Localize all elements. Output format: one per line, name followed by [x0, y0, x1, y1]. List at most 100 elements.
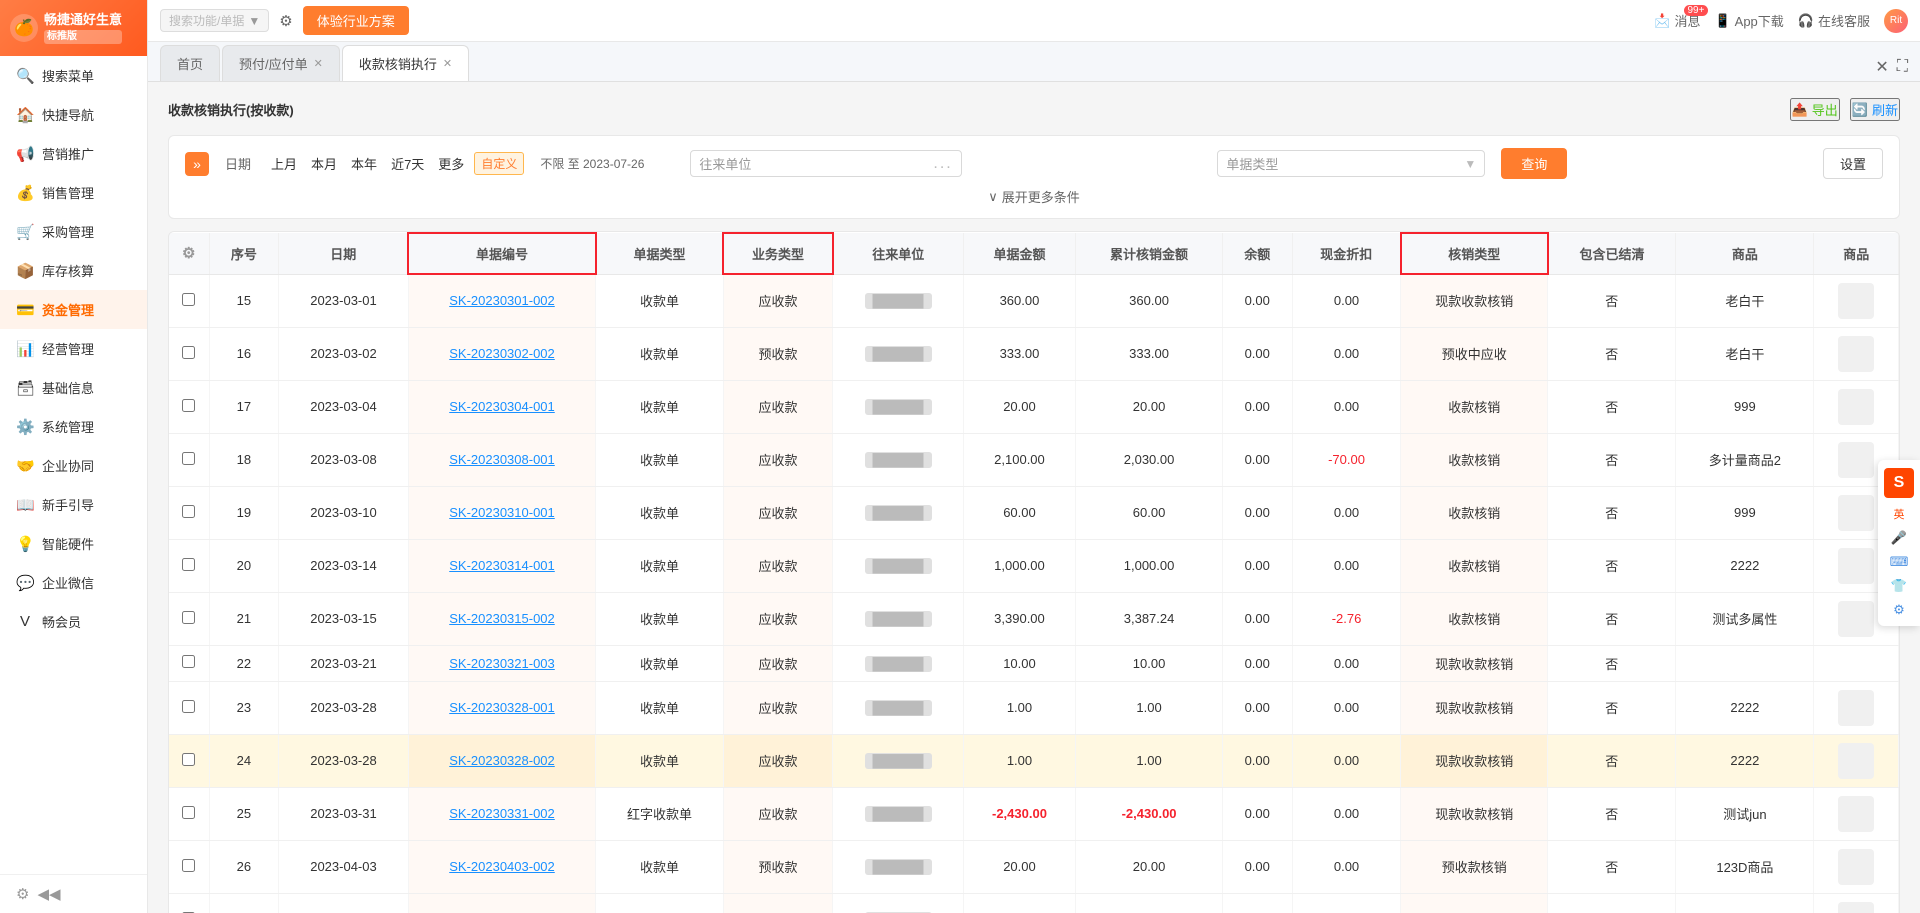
- cell-bill-no[interactable]: SK-20230308-001: [408, 433, 595, 486]
- cell-checkbox[interactable]: [169, 539, 209, 592]
- cell-bill-no[interactable]: SK-20230302-002: [408, 327, 595, 380]
- sidebar-item-purchase[interactable]: 🛒采购管理: [0, 212, 147, 251]
- cell-checkbox[interactable]: [169, 893, 209, 913]
- bill-no-link[interactable]: SK-20230301-002: [449, 293, 555, 308]
- bill-no-link[interactable]: SK-20230304-001: [449, 399, 555, 414]
- sidebar-item-enterprise[interactable]: 🤝企业协同: [0, 446, 147, 485]
- cell-bill-no[interactable]: SK-20230331-002: [408, 787, 595, 840]
- filter-custom-btn[interactable]: 自定义: [474, 152, 524, 175]
- sidebar-item-operations[interactable]: 📊经营管理: [0, 329, 147, 368]
- cell-checkbox[interactable]: [169, 433, 209, 486]
- cell-bill-no[interactable]: SK-20230403-002: [408, 840, 595, 893]
- cell-checkbox[interactable]: [169, 840, 209, 893]
- filter-company-wrap[interactable]: 往来单位 ...: [690, 150, 961, 177]
- filter-toggle-btn[interactable]: »: [185, 152, 209, 176]
- bill-no-link[interactable]: SK-20230321-003: [449, 656, 555, 671]
- tab-close-prepay[interactable]: ✕: [314, 57, 323, 70]
- table-row[interactable]: 27 2023-04-08 SK-20230408-001 收款单 应收款 ██…: [169, 893, 1899, 913]
- filter-company-input[interactable]: [757, 156, 933, 171]
- collapse-icon[interactable]: ◀◀: [37, 885, 60, 903]
- table-row[interactable]: 19 2023-03-10 SK-20230310-001 收款单 应收款 ██…: [169, 486, 1899, 539]
- floating-shirt-icon[interactable]: 👕: [1891, 578, 1907, 594]
- tab-collection[interactable]: 收款核销执行✕: [342, 45, 469, 81]
- user-avatar[interactable]: Rit: [1884, 9, 1908, 33]
- sidebar-item-hardware[interactable]: 💡智能硬件: [0, 524, 147, 563]
- filter-curr-year[interactable]: 本年: [347, 152, 381, 175]
- solution-btn[interactable]: 体验行业方案: [303, 6, 409, 35]
- filter-expand-btn[interactable]: ∨ 展开更多条件: [988, 187, 1080, 206]
- close-tab-btn[interactable]: ✕: [1875, 57, 1888, 77]
- sidebar-item-wechat[interactable]: 💬企业微信: [0, 563, 147, 602]
- filter-query-btn[interactable]: 查询: [1501, 148, 1567, 179]
- cell-bill-no[interactable]: SK-20230328-001: [408, 681, 595, 734]
- cell-bill-no[interactable]: SK-20230301-002: [408, 274, 595, 327]
- bill-no-link[interactable]: SK-20230328-002: [449, 753, 555, 768]
- sidebar-item-guide[interactable]: 📖新手引导: [0, 485, 147, 524]
- filter-more[interactable]: 更多: [434, 152, 468, 175]
- table-row[interactable]: 22 2023-03-21 SK-20230321-003 收款单 应收款 ██…: [169, 645, 1899, 681]
- sidebar-item-basic[interactable]: 🗃基础信息: [0, 368, 147, 407]
- floating-apps-icon[interactable]: ⚙: [1893, 602, 1905, 618]
- table-row[interactable]: 24 2023-03-28 SK-20230328-002 收款单 应收款 ██…: [169, 734, 1899, 787]
- table-row[interactable]: 26 2023-04-03 SK-20230403-002 收款单 预收款 ██…: [169, 840, 1899, 893]
- table-row[interactable]: 18 2023-03-08 SK-20230308-001 收款单 应收款 ██…: [169, 433, 1899, 486]
- table-row[interactable]: 17 2023-03-04 SK-20230304-001 收款单 应收款 ██…: [169, 380, 1899, 433]
- export-btn[interactable]: 📤 导出: [1790, 98, 1840, 121]
- table-gear-icon[interactable]: ⚙: [182, 245, 195, 262]
- cell-checkbox[interactable]: [169, 380, 209, 433]
- sidebar-item-search[interactable]: 🔍搜索菜单: [0, 56, 147, 95]
- sidebar-item-sales[interactable]: 💰销售管理: [0, 173, 147, 212]
- cell-checkbox[interactable]: [169, 327, 209, 380]
- bill-no-link[interactable]: SK-20230331-002: [449, 806, 555, 821]
- filter-bill-type-input[interactable]: [1284, 156, 1460, 171]
- bill-no-link[interactable]: SK-20230315-002: [449, 611, 555, 626]
- table-row[interactable]: 16 2023-03-02 SK-20230302-002 收款单 预收款 ██…: [169, 327, 1899, 380]
- filter-curr-month[interactable]: 本月: [307, 152, 341, 175]
- cell-bill-no[interactable]: SK-20230314-001: [408, 539, 595, 592]
- cell-bill-no[interactable]: SK-20230315-002: [408, 592, 595, 645]
- filter-prev-month[interactable]: 上月: [267, 152, 301, 175]
- sidebar-item-member[interactable]: V畅会员: [0, 602, 147, 641]
- floating-keyboard-icon[interactable]: ⌨: [1890, 554, 1909, 570]
- sidebar-item-shortcuts[interactable]: 🏠快捷导航: [0, 95, 147, 134]
- bill-no-link[interactable]: SK-20230314-001: [449, 558, 555, 573]
- cell-checkbox[interactable]: [169, 486, 209, 539]
- refresh-btn[interactable]: 🔄 刷新: [1850, 98, 1900, 121]
- filter-settings-btn[interactable]: 设置: [1823, 148, 1883, 179]
- floating-mic-icon[interactable]: 🎤: [1891, 530, 1907, 546]
- bill-no-link[interactable]: SK-20230302-002: [449, 346, 555, 361]
- cell-checkbox[interactable]: [169, 734, 209, 787]
- bill-no-link[interactable]: SK-20230310-001: [449, 505, 555, 520]
- cell-checkbox[interactable]: [169, 274, 209, 327]
- topbar-gear-icon[interactable]: ⚙: [275, 8, 296, 34]
- table-row[interactable]: 21 2023-03-15 SK-20230315-002 收款单 应收款 ██…: [169, 592, 1899, 645]
- th-gear[interactable]: ⚙: [169, 233, 209, 274]
- app-download-btn[interactable]: 📱 App下载: [1714, 11, 1783, 30]
- table-row[interactable]: 20 2023-03-14 SK-20230314-001 收款单 应收款 ██…: [169, 539, 1899, 592]
- bill-no-link[interactable]: SK-20230403-002: [449, 859, 555, 874]
- cell-bill-no[interactable]: SK-20230328-002: [408, 734, 595, 787]
- tab-close-collection[interactable]: ✕: [443, 57, 452, 70]
- maximize-tab-btn[interactable]: ⛶: [1897, 58, 1908, 76]
- tab-home[interactable]: 首页: [160, 45, 220, 81]
- sidebar-item-finance[interactable]: 💳资金管理: [0, 290, 147, 329]
- bill-no-link[interactable]: SK-20230328-001: [449, 700, 555, 715]
- search-path[interactable]: 搜索功能/单据 ▼: [160, 9, 269, 32]
- table-row[interactable]: 23 2023-03-28 SK-20230328-001 收款单 应收款 ██…: [169, 681, 1899, 734]
- cell-bill-no[interactable]: SK-20230310-001: [408, 486, 595, 539]
- cell-checkbox[interactable]: [169, 681, 209, 734]
- filter-7days[interactable]: 近7天: [387, 152, 428, 175]
- cell-checkbox[interactable]: [169, 787, 209, 840]
- sidebar-item-marketing[interactable]: 📢营销推广: [0, 134, 147, 173]
- bill-no-link[interactable]: SK-20230308-001: [449, 452, 555, 467]
- settings-icon[interactable]: ⚙: [16, 885, 29, 903]
- cell-bill-no[interactable]: SK-20230321-003: [408, 645, 595, 681]
- sidebar-item-system[interactable]: ⚙️系统管理: [0, 407, 147, 446]
- filter-company-dots[interactable]: ...: [933, 155, 952, 173]
- table-row[interactable]: 25 2023-03-31 SK-20230331-002 红字收款单 应收款 …: [169, 787, 1899, 840]
- cell-checkbox[interactable]: [169, 592, 209, 645]
- cell-checkbox[interactable]: [169, 645, 209, 681]
- table-row[interactable]: 15 2023-03-01 SK-20230301-002 收款单 应收款 ██…: [169, 274, 1899, 327]
- msg-btn[interactable]: 📩 消息 99+: [1654, 11, 1700, 30]
- tab-prepay[interactable]: 预付/应付单✕: [222, 45, 340, 81]
